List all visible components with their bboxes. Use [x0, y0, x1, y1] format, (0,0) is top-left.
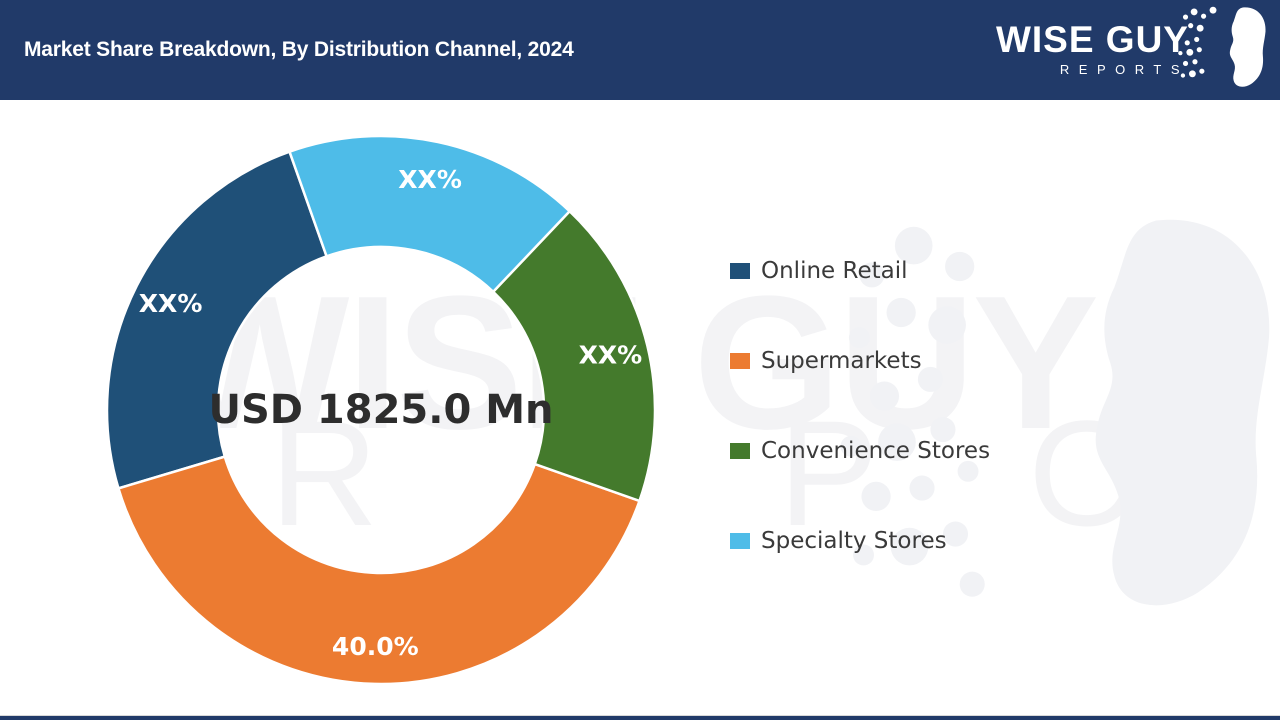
brand-name: WISE GUY	[995, 19, 1189, 60]
chart-legend: Online Retail Supermarkets Convenience Sto…	[730, 256, 990, 616]
legend-item-convenience-stores: Convenience Stores	[730, 436, 990, 466]
legend-item-online-retail: Online Retail	[730, 256, 990, 286]
page-title: Market Share Breakdown, By Distribution …	[24, 38, 574, 61]
chart-area: WISE GUY REPORTS XX%40.0%XX%XX% USD 1825…	[0, 100, 1280, 715]
legend-item-supermarkets: Supermarkets	[730, 346, 990, 376]
header-bar: Market Share Breakdown, By Distribution …	[0, 0, 1280, 100]
bottom-accent-bar	[0, 715, 1280, 720]
donut-chart: XX% 40.0% XX% XX%	[105, 134, 657, 686]
segment-value-label-specialty-stores: XX%	[398, 165, 462, 194]
brand-logo: WISE GUY REPORTS	[996, 5, 1270, 91]
donut-segment-online-retail	[105, 150, 328, 490]
legend-item-specialty-stores: Specialty Stores	[730, 526, 990, 556]
legend-label-online-retail: Online Retail	[761, 258, 908, 284]
segment-value-label-convenience-stores: XX%	[579, 341, 643, 370]
segment-value-label-supermarkets: 40.0%	[332, 632, 419, 661]
legend-swatch-online-retail	[730, 263, 750, 279]
legend-swatch-specialty-stores	[730, 533, 750, 549]
donut-center-value: USD 1825.0 Mn	[208, 387, 554, 433]
legend-label-supermarkets: Supermarkets	[761, 348, 922, 374]
segment-value-label-online-retail: XX%	[139, 289, 203, 318]
brand-logo-text: WISE GUY REPORTS	[996, 19, 1189, 77]
brand-subname: REPORTS	[1059, 62, 1189, 77]
legend-swatch-convenience-stores	[730, 443, 750, 459]
legend-label-convenience-stores: Convenience Stores	[761, 438, 991, 464]
legend-swatch-supermarkets	[730, 353, 750, 369]
legend-label-specialty-stores: Specialty Stores	[761, 528, 947, 554]
face-profile-icon	[1178, 6, 1266, 87]
